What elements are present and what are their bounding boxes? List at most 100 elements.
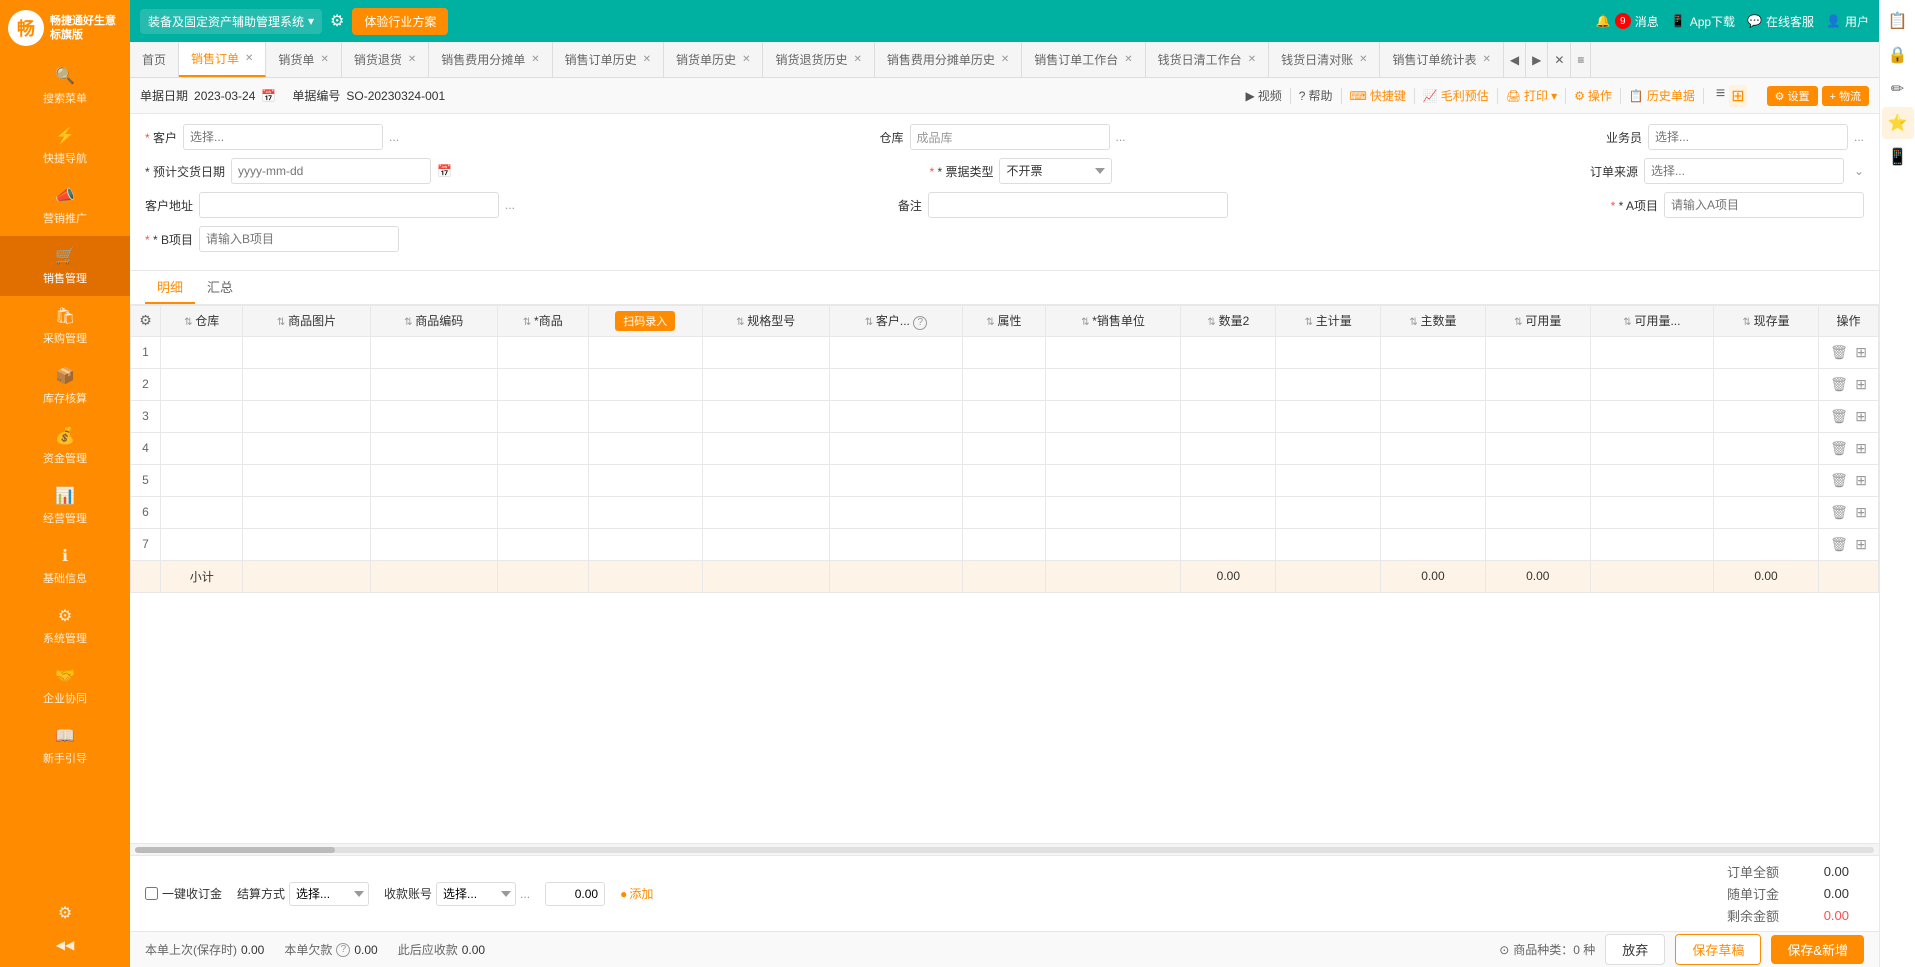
row-qty2[interactable] <box>1181 496 1276 528</box>
row-qty2[interactable] <box>1181 432 1276 464</box>
scroll-area[interactable] <box>130 843 1879 855</box>
th-settings[interactable]: ⚙ <box>131 306 161 337</box>
th-customer-code[interactable]: 客户... ? <box>829 306 962 337</box>
address-input[interactable] <box>199 192 499 218</box>
payment-amount-input[interactable] <box>545 882 605 906</box>
row-goods[interactable] <box>497 368 588 400</box>
row-code[interactable] <box>370 400 497 432</box>
tab-next-btn[interactable]: ▶ <box>1526 42 1548 77</box>
row-attribute[interactable] <box>963 432 1045 464</box>
row-attribute[interactable] <box>963 528 1045 560</box>
industry-btn[interactable]: 体验行业方案 <box>352 8 448 35</box>
th-goods[interactable]: *商品 <box>497 306 588 337</box>
sidebar-settings[interactable]: ⚙ <box>58 903 72 923</box>
bank-account-select[interactable]: 选择... <box>436 882 516 906</box>
row-customer-code[interactable] <box>829 368 962 400</box>
sidebar-item-销售管理[interactable]: 🛒销售管理 <box>0 236 130 296</box>
row-code[interactable] <box>370 464 497 496</box>
row-customer-code[interactable] <box>829 432 962 464</box>
row-customer-code[interactable] <box>829 400 962 432</box>
sidebar-item-新手引导[interactable]: 📖新手引导 <box>0 716 130 776</box>
row-available2[interactable] <box>1590 528 1713 560</box>
th-available2[interactable]: 可用量... <box>1590 306 1713 337</box>
sidebar-item-库存核算[interactable]: 📦库存核算 <box>0 356 130 416</box>
shortcut-btn[interactable]: ⌨ 快捷键 <box>1350 87 1406 104</box>
row-unit[interactable] <box>1045 528 1181 560</box>
view-toggle-1[interactable]: ≡ <box>1716 85 1725 107</box>
th-image[interactable]: 商品图片 <box>243 306 370 337</box>
row-stock[interactable] <box>1714 368 1819 400</box>
row-delete-btn[interactable]: 🗑 <box>1828 342 1850 363</box>
tab-close-7[interactable]: ✕ <box>853 54 861 65</box>
row-spec[interactable] <box>702 528 829 560</box>
row-available[interactable] <box>1485 400 1590 432</box>
row-stock[interactable] <box>1714 464 1819 496</box>
add-payment-btn[interactable]: ● 添加 <box>620 885 653 902</box>
business-input[interactable] <box>1648 124 1848 150</box>
row-warehouse[interactable] <box>161 336 243 368</box>
row-copy-btn[interactable]: ⊞ <box>1853 342 1869 363</box>
tab-9[interactable]: 销售订单工作台✕ <box>1022 42 1145 77</box>
th-spec[interactable]: 规格型号 <box>702 306 829 337</box>
scan-enter-btn[interactable]: 扫码录入 <box>615 311 675 331</box>
tab-close-5[interactable]: ✕ <box>643 54 651 65</box>
row-qty2[interactable] <box>1181 400 1276 432</box>
row-copy-btn[interactable]: ⊞ <box>1853 534 1869 555</box>
row-copy-btn[interactable]: ⊞ <box>1853 374 1869 395</box>
bank-account-more-icon[interactable]: ... <box>520 887 530 901</box>
tab-12[interactable]: 销售订单统计表✕ <box>1380 42 1503 77</box>
row-available[interactable] <box>1485 432 1590 464</box>
row-code[interactable] <box>370 496 497 528</box>
row-main-qty[interactable] <box>1381 464 1486 496</box>
row-available2[interactable] <box>1590 336 1713 368</box>
system-selector[interactable]: 装备及固定资产辅助管理系统 ▾ <box>140 9 322 34</box>
row-goods[interactable] <box>497 464 588 496</box>
row-stock[interactable] <box>1714 432 1819 464</box>
th-attribute[interactable]: 属性 <box>963 306 1045 337</box>
right-icon-star[interactable]: ⭐ <box>1882 107 1914 139</box>
row-delete-btn[interactable]: 🗑 <box>1828 438 1850 459</box>
row-copy-btn[interactable]: ⊞ <box>1853 470 1869 491</box>
tab-close-3[interactable]: ✕ <box>408 54 416 65</box>
tab-close-11[interactable]: ✕ <box>1359 54 1367 65</box>
save-draft-btn[interactable]: 保存草稿 <box>1675 934 1761 965</box>
app-download-btn[interactable]: 📱 App下载 <box>1671 13 1735 30</box>
a-project-input[interactable] <box>1664 192 1864 218</box>
sidebar-item-采购管理[interactable]: 🛍采购管理 <box>0 296 130 356</box>
row-code[interactable] <box>370 432 497 464</box>
row-main-qty[interactable] <box>1381 496 1486 528</box>
row-attribute[interactable] <box>963 464 1045 496</box>
row-available[interactable] <box>1485 368 1590 400</box>
row-warehouse[interactable] <box>161 432 243 464</box>
calendar-icon[interactable]: 📅 <box>261 89 276 103</box>
row-main-unit[interactable] <box>1276 400 1381 432</box>
row-stock[interactable] <box>1714 496 1819 528</box>
history-btn[interactable]: 📋 历史单据 <box>1629 87 1695 104</box>
row-copy-btn[interactable]: ⊞ <box>1853 406 1869 427</box>
payment-method-select[interactable]: 选择... <box>289 882 369 906</box>
row-available2[interactable] <box>1590 368 1713 400</box>
remark-input[interactable] <box>928 192 1228 218</box>
row-main-qty[interactable] <box>1381 336 1486 368</box>
row-unit[interactable] <box>1045 496 1181 528</box>
tab-close-8[interactable]: ✕ <box>1001 54 1009 65</box>
expected-date-calendar-icon[interactable]: 📅 <box>437 164 452 178</box>
th-main-unit[interactable]: 主计量 <box>1276 306 1381 337</box>
th-available[interactable]: 可用量 <box>1485 306 1590 337</box>
row-qty2[interactable] <box>1181 464 1276 496</box>
row-main-qty[interactable] <box>1381 432 1486 464</box>
sidebar-item-企业协同[interactable]: 🤝企业协同 <box>0 656 130 716</box>
tab-close-10[interactable]: ✕ <box>1248 54 1256 65</box>
tab-close-12[interactable]: ✕ <box>1483 54 1491 65</box>
tab-2[interactable]: 销货单✕ <box>266 42 341 77</box>
customer-input[interactable] <box>183 124 383 150</box>
row-customer-code[interactable] <box>829 496 962 528</box>
tab-menu-btn[interactable]: ≡ <box>1571 42 1591 77</box>
b-project-input[interactable] <box>199 226 399 252</box>
row-main-qty[interactable] <box>1381 368 1486 400</box>
row-available2[interactable] <box>1590 464 1713 496</box>
one-click-checkbox[interactable] <box>145 887 158 900</box>
row-spec[interactable] <box>702 336 829 368</box>
row-copy-btn[interactable]: ⊞ <box>1853 438 1869 459</box>
tab-close-2[interactable]: ✕ <box>320 54 328 65</box>
